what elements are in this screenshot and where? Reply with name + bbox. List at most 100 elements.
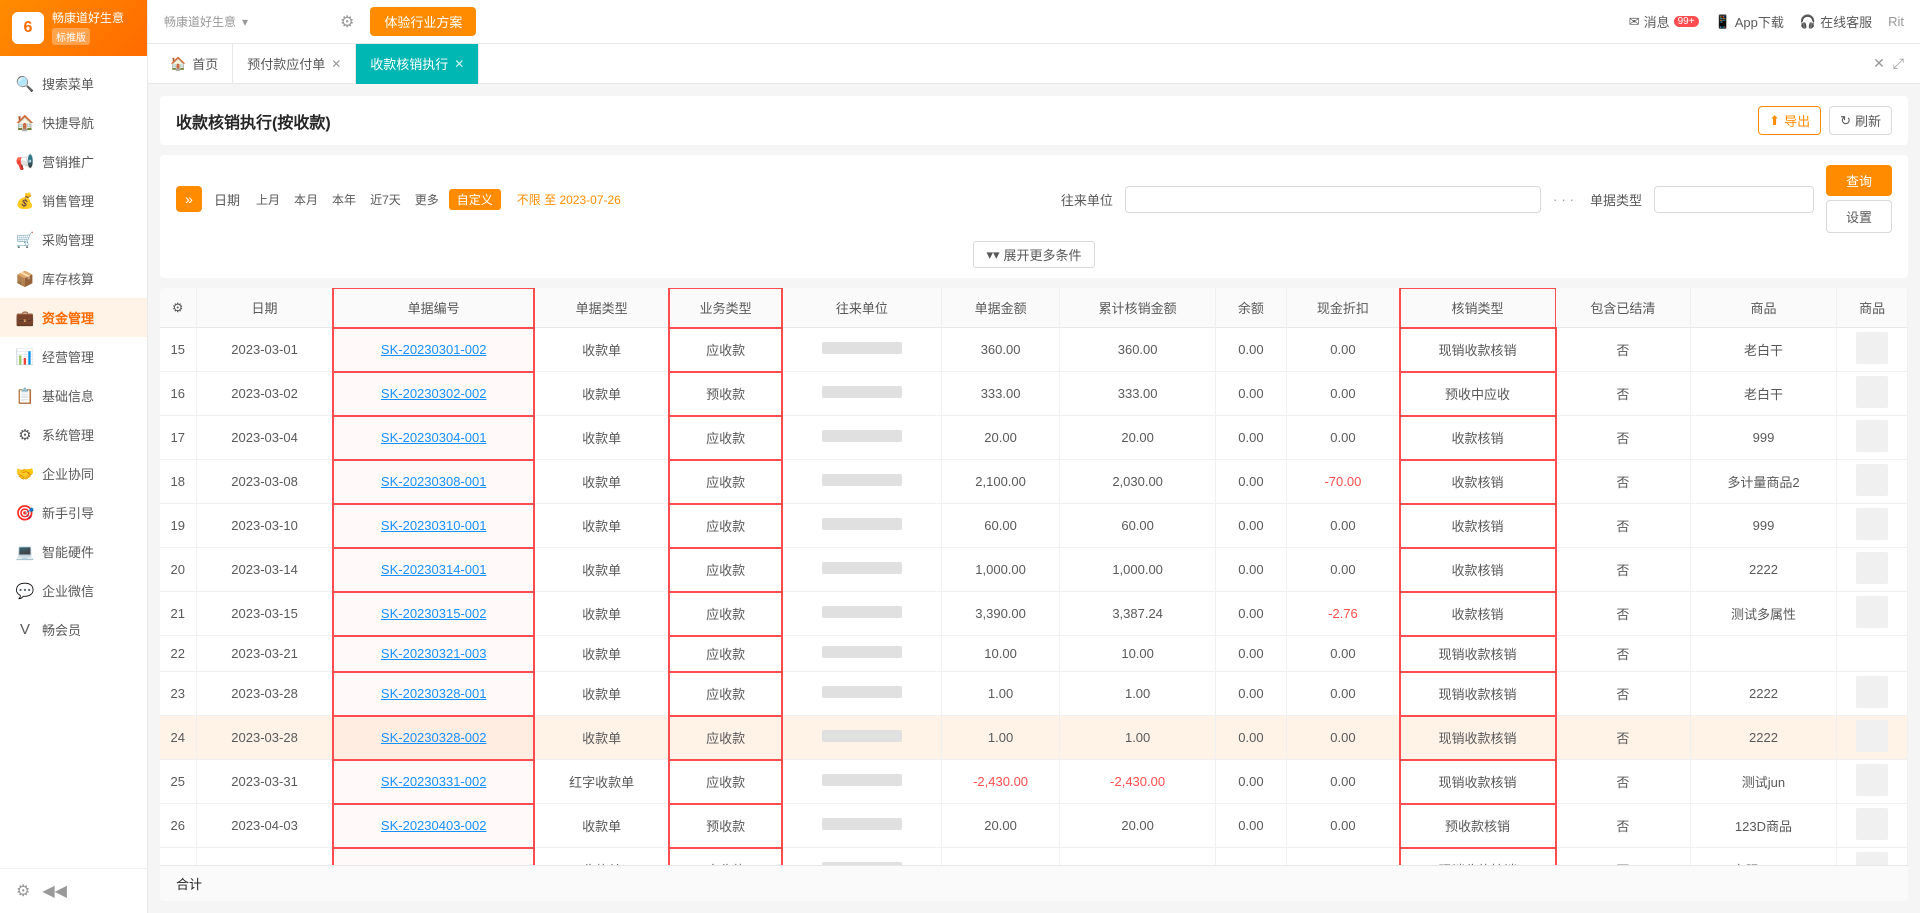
- cell-doc-no[interactable]: SK-20230301-002: [333, 328, 534, 372]
- app-download-action[interactable]: 📱 App下载: [1715, 12, 1784, 31]
- topbar-gear-icon[interactable]: ⚙: [340, 12, 354, 32]
- cell-verify-type: 收款核销: [1400, 504, 1556, 548]
- user-name[interactable]: Rit: [1888, 14, 1904, 29]
- sidebar-item-search[interactable]: 🔍 搜索菜单: [0, 64, 147, 103]
- sidebar-item-purchase[interactable]: 🛒 采购管理: [0, 220, 147, 259]
- last-month-btn[interactable]: 上月: [252, 189, 284, 210]
- cell-verified: 1,000.00: [1060, 548, 1216, 592]
- settings-button[interactable]: 设置: [1826, 200, 1892, 233]
- settings-icon[interactable]: ⚙: [16, 881, 30, 901]
- cell-doc-no[interactable]: SK-20230308-001: [333, 460, 534, 504]
- cell-doc-no[interactable]: SK-20230403-002: [333, 804, 534, 848]
- goods-thumbnail: [1856, 852, 1888, 865]
- sidebar-item-hardware[interactable]: 💻 智能硬件: [0, 532, 147, 571]
- sidebar-item-member[interactable]: V 畅会员: [0, 610, 147, 649]
- message-action[interactable]: ✉ 消息 99+: [1629, 12, 1699, 31]
- th-discount: 现金折扣: [1286, 288, 1399, 328]
- cell-discount: 0.00: [1286, 804, 1399, 848]
- cell-goods-img: [1837, 328, 1908, 372]
- unit-filter-input[interactable]: [1125, 186, 1541, 213]
- this-month-btn[interactable]: 本月: [290, 189, 322, 210]
- doc-type-select[interactable]: [1654, 186, 1814, 213]
- search-icon: 🔍: [16, 75, 34, 93]
- cell-amount: 20.00: [942, 804, 1060, 848]
- this-year-btn[interactable]: 本年: [328, 189, 360, 210]
- expand-tab-icon[interactable]: ⤢: [1893, 55, 1904, 72]
- topbar-brand-text: 畅康道好生意: [164, 13, 236, 30]
- cell-unit: [782, 672, 941, 716]
- cell-discount: 0.00: [1286, 416, 1399, 460]
- sidebar-item-enterprise[interactable]: 🤝 企业协同: [0, 454, 147, 493]
- tab-prepayment-close[interactable]: ✕: [331, 57, 341, 71]
- tab-home[interactable]: 🏠 首页: [156, 44, 233, 84]
- online-service-action[interactable]: 🎧 在线客服: [1800, 12, 1872, 31]
- basic-label: 基础信息: [42, 386, 94, 405]
- sidebar-item-marketing[interactable]: 📢 营销推广: [0, 142, 147, 181]
- sidebar-item-finance[interactable]: 💼 资金管理: [0, 298, 147, 337]
- cell-doc-no[interactable]: SK-20230321-003: [333, 636, 534, 672]
- cell-discount: 0.00: [1286, 716, 1399, 760]
- cell-doc-no[interactable]: SK-20230331-002: [333, 760, 534, 804]
- cell-goods-img: [1837, 504, 1908, 548]
- sidebar-item-guide[interactable]: 🎯 新手引导: [0, 493, 147, 532]
- close-tab-icon[interactable]: ✕: [1873, 55, 1885, 72]
- sidebar-item-quick-nav[interactable]: 🏠 快捷导航: [0, 103, 147, 142]
- refresh-button[interactable]: ↻ 刷新: [1829, 106, 1892, 135]
- cell-doc-no[interactable]: SK-20230328-001: [333, 672, 534, 716]
- cell-doc-no[interactable]: SK-20230408-001: [333, 848, 534, 866]
- sidebar-logo: 6 畅康道好生意 标推版: [0, 0, 147, 56]
- last-7-days-btn[interactable]: 近7天: [366, 189, 405, 210]
- purchase-icon: 🛒: [16, 231, 34, 249]
- export-button[interactable]: ⬆ 导出: [1758, 106, 1821, 135]
- filter-toggle-button[interactable]: »: [176, 186, 202, 212]
- th-balance: 余额: [1216, 288, 1287, 328]
- cell-verified: 333.00: [1060, 372, 1216, 416]
- cell-doc-no[interactable]: SK-20230304-001: [333, 416, 534, 460]
- expand-label: 展开更多条件: [1004, 245, 1082, 264]
- cell-unit: [782, 804, 941, 848]
- cell-verify-type: 现销收款核销: [1400, 848, 1556, 866]
- cell-doc-no[interactable]: SK-20230315-002: [333, 592, 534, 636]
- cell-doc-no[interactable]: SK-20230328-002: [333, 716, 534, 760]
- cell-date: 2023-03-28: [196, 672, 333, 716]
- solution-button[interactable]: 体验行业方案: [370, 7, 476, 36]
- enterprise-label: 企业协同: [42, 464, 94, 483]
- expand-conditions-button[interactable]: ▾▾ 展开更多条件: [973, 241, 1094, 268]
- query-button[interactable]: 查询: [1826, 165, 1892, 196]
- cell-doc-no[interactable]: SK-20230302-002: [333, 372, 534, 416]
- operation-label: 经营管理: [42, 347, 94, 366]
- tab-prepayment[interactable]: 预付款应付单 ✕: [233, 44, 356, 84]
- cell-doc-no[interactable]: SK-20230314-001: [333, 548, 534, 592]
- refresh-label: 刷新: [1855, 111, 1881, 130]
- th-date: 日期: [196, 288, 333, 328]
- cell-date: 2023-03-02: [196, 372, 333, 416]
- goods-thumbnail: [1856, 552, 1888, 584]
- table-row: 16 2023-03-02 SK-20230302-002 收款单 预收款 33…: [160, 372, 1908, 416]
- cell-date: 2023-03-04: [196, 416, 333, 460]
- cell-unit: [782, 548, 941, 592]
- sidebar-item-wechat[interactable]: 💬 企业微信: [0, 571, 147, 610]
- sidebar-item-basic[interactable]: 📋 基础信息: [0, 376, 147, 415]
- custom-date-btn[interactable]: 自定义: [449, 189, 501, 210]
- cell-biz-type: 应收款: [669, 328, 782, 372]
- sidebar-item-system[interactable]: ⚙ 系统管理: [0, 415, 147, 454]
- tab-collection-close[interactable]: ✕: [454, 57, 464, 71]
- cell-balance: 0.00: [1216, 548, 1287, 592]
- table-wrapper[interactable]: ⚙ 日期 单据编号 单据类型 业务类型 往来单位 单据金额 累计核销金额 余额 …: [160, 288, 1908, 865]
- cell-doc-no[interactable]: SK-20230310-001: [333, 504, 534, 548]
- more-date-btn[interactable]: 更多: [411, 189, 443, 210]
- sidebar-item-sales[interactable]: 💰 销售管理: [0, 181, 147, 220]
- cell-balance: 0.00: [1216, 592, 1287, 636]
- cell-balance: 0.00: [1216, 760, 1287, 804]
- table-header-row: ⚙ 日期 单据编号 单据类型 业务类型 往来单位 单据金额 累计核销金额 余额 …: [160, 288, 1908, 328]
- sidebar-item-operation[interactable]: 📊 经营管理: [0, 337, 147, 376]
- cell-settled: 否: [1556, 804, 1691, 848]
- table-row: 22 2023-03-21 SK-20230321-003 收款单 应收款 10…: [160, 636, 1908, 672]
- cell-unit: [782, 416, 941, 460]
- data-table: ⚙ 日期 单据编号 单据类型 业务类型 往来单位 单据金额 累计核销金额 余额 …: [160, 288, 1908, 865]
- collapse-icon[interactable]: ◀◀: [42, 881, 67, 901]
- date-filter-label: 日期: [214, 190, 240, 209]
- cell-verified: 1.00: [1060, 716, 1216, 760]
- sidebar-item-inventory[interactable]: 📦 库存核算: [0, 259, 147, 298]
- tab-collection[interactable]: 收款核销执行 ✕: [356, 44, 479, 84]
